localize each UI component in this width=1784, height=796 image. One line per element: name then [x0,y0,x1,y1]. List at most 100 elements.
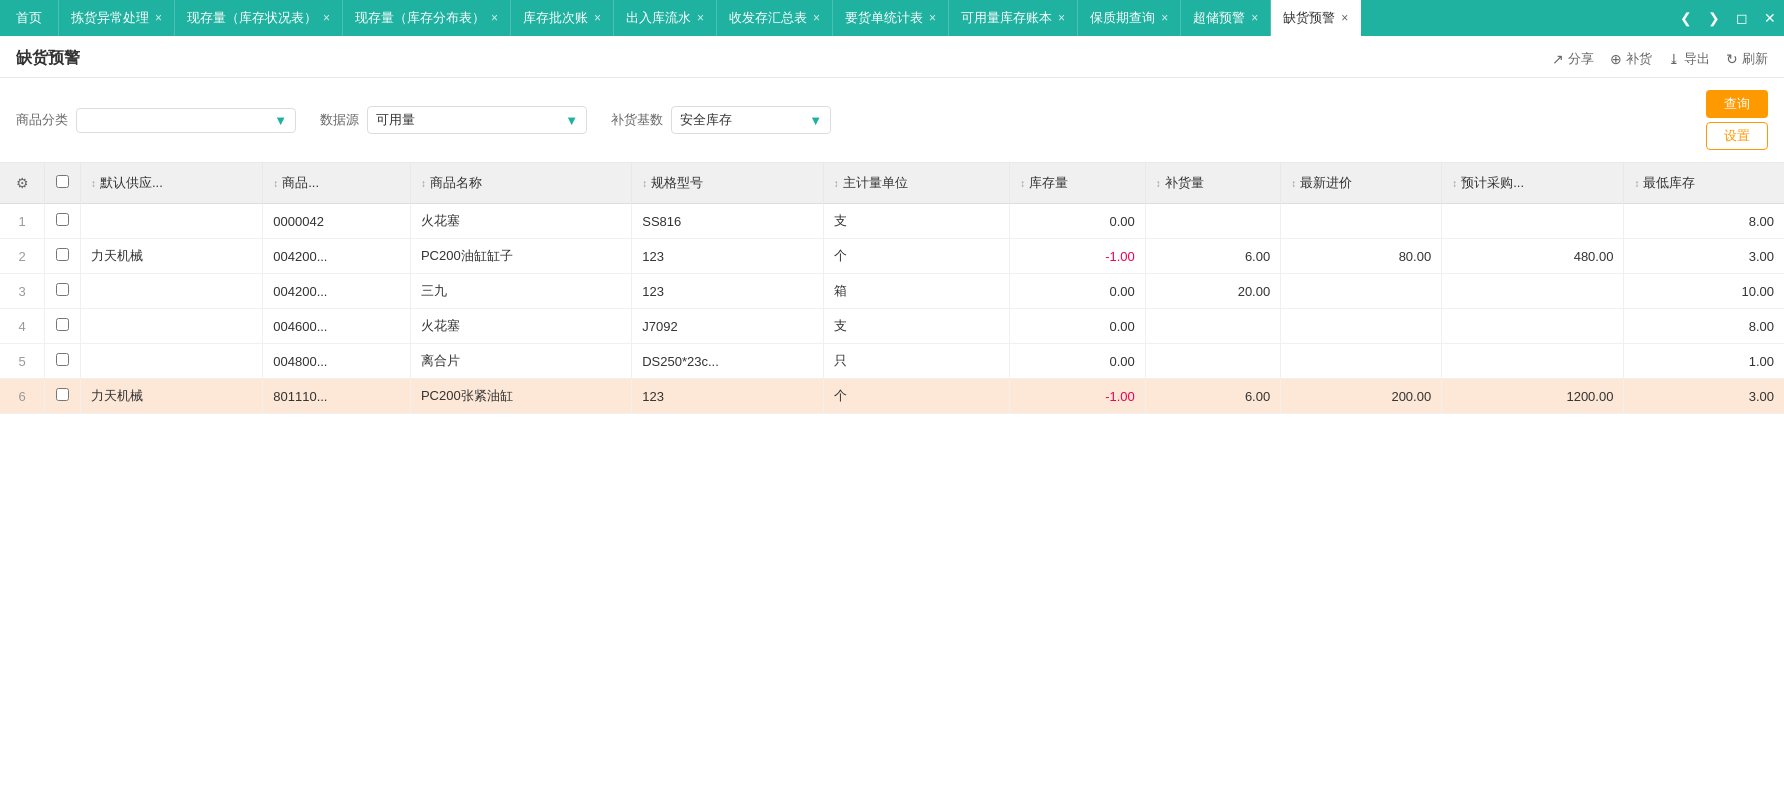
cell-default_supplier: 力天机械 [81,379,263,414]
cell-default_supplier [81,274,263,309]
row-checkbox-0[interactable] [56,213,69,226]
tab-close-abnormal[interactable]: × [155,11,162,25]
th-unit-label: 主计量单位 [843,174,908,192]
th-latest-price-sort-icon: ↕ [1291,178,1296,189]
tab-close-available-ledger[interactable]: × [1058,11,1065,25]
tab-label-inout-flow: 出入库流水 [626,9,691,27]
tab-expiry[interactable]: 保质期查询× [1078,0,1181,36]
tab-inventory-status[interactable]: 现存量（库存状况表）× [175,0,343,36]
export-label: 导出 [1684,50,1710,68]
datasource-filter-group: 数据源 可用量 ▼ [320,106,587,134]
th-spec-sort-icon: ↕ [642,178,647,189]
tab-close-all-button[interactable]: ✕ [1756,0,1784,36]
tab-close-inout-flow[interactable]: × [697,11,704,25]
tab-next-button[interactable]: ❯ [1700,0,1728,36]
settings-button[interactable]: 设置 [1706,122,1768,150]
table-row: 3004200...三九123箱0.0020.0010.00 [0,274,1784,309]
th-unit-sort-icon: ↕ [834,178,839,189]
th-est-purchase: ↕ 预计采购... [1442,163,1624,204]
table-gear-icon[interactable]: ⚙ [10,171,34,195]
tab-close-shortage[interactable]: × [1341,11,1348,25]
th-spec: ↕ 规格型号 [632,163,824,204]
share-button[interactable]: ↗ 分享 [1552,50,1594,68]
tab-batch-account[interactable]: 库存批次账× [511,0,614,36]
export-button[interactable]: ⤓ 导出 [1668,50,1710,68]
cell-latest_price [1281,204,1442,239]
cell-default_supplier: 力天机械 [81,239,263,274]
category-label: 商品分类 [16,111,68,129]
cell-stock: -1.00 [1010,239,1145,274]
tab-prev-button[interactable]: ❮ [1672,0,1700,36]
th-min-stock-label: 最低库存 [1643,174,1695,192]
tab-label-shortage: 缺货预警 [1283,9,1335,27]
replenish-button[interactable]: ⊕ 补货 [1610,50,1652,68]
th-product-name: ↕ 商品名称 [410,163,631,204]
th-stock-sort-icon: ↕ [1020,178,1025,189]
cell-product_code: 004200... [263,274,411,309]
tab-receive-summary[interactable]: 收发存汇总表 × [717,0,833,36]
datasource-value: 可用量 [376,111,415,129]
cell-latest_price [1281,344,1442,379]
table-header-row: ⚙ ↕ 默认供应... ↕ 商品... [0,163,1784,204]
tab-restore-button[interactable]: ◻ [1728,0,1756,36]
replenish-label: 补货基数 [611,111,663,129]
cell-row-num: 6 [0,379,45,414]
replenish-select[interactable]: 安全库存 ▼ [671,106,831,134]
cell-unit: 支 [823,309,1009,344]
row-checkbox-3[interactable] [56,318,69,331]
refresh-button[interactable]: ↻ 刷新 [1726,50,1768,68]
tab-home[interactable]: 首页 [0,0,59,36]
tab-close-batch-account[interactable]: × [594,11,601,25]
tab-close-inventory-status[interactable]: × [323,11,330,25]
th-latest-price-label: 最新进价 [1300,174,1352,192]
category-select[interactable]: ▼ [76,108,296,133]
replenish-value: 安全库存 [680,111,732,129]
cell-latest_price: 200.00 [1281,379,1442,414]
tab-inventory-dist[interactable]: 现存量（库存分布表）× [343,0,511,36]
row-checkbox-1[interactable] [56,248,69,261]
cell-latest_price [1281,274,1442,309]
cell-min_stock: 1.00 [1624,344,1784,379]
row-checkbox-5[interactable] [56,388,69,401]
tab-overstock[interactable]: 超储预警× [1181,0,1271,36]
tab-close-inventory-dist[interactable]: × [491,11,498,25]
tab-close-receive-summary[interactable]: × [813,11,820,25]
datasource-select[interactable]: 可用量 ▼ [367,106,587,134]
cell-spec: 123 [632,239,824,274]
tab-available-ledger[interactable]: 可用量库存账本 × [949,0,1078,36]
row-checkbox-2[interactable] [56,283,69,296]
tab-label-available-ledger: 可用量库存账本 [961,9,1052,27]
tab-order-stat[interactable]: 要货单统计表× [833,0,949,36]
category-arrow-icon: ▼ [274,113,287,128]
tab-nav-buttons: ❮ ❯ ◻ ✕ [1672,0,1784,36]
tab-shortage[interactable]: 缺货预警 × [1271,0,1361,36]
row-checkbox-4[interactable] [56,353,69,366]
cell-product_name: PC200油缸缸子 [410,239,631,274]
th-est-purchase-label: 预计采购... [1461,174,1524,192]
cell-stock: 0.00 [1010,274,1145,309]
cell-replenish_qty [1145,204,1280,239]
tab-close-order-stat[interactable]: × [929,11,936,25]
tab-inout-flow[interactable]: 出入库流水 × [614,0,717,36]
table-row: 10000042火花塞SS816支0.008.00 [0,204,1784,239]
replenish-filter-group: 补货基数 安全库存 ▼ [611,106,831,134]
cell-product_name: 三九 [410,274,631,309]
query-button[interactable]: 查询 [1706,90,1768,118]
header-actions: ↗ 分享 ⊕ 补货 ⤓ 导出 ↻ 刷新 [1552,50,1768,68]
cell-est_purchase: 1200.00 [1442,379,1624,414]
tab-label-receive-summary: 收发存汇总表 [729,9,807,27]
th-unit: ↕ 主计量单位 [823,163,1009,204]
select-all-checkbox[interactable] [56,175,69,188]
tab-close-overstock[interactable]: × [1251,11,1258,25]
cell-est_purchase [1442,274,1624,309]
th-latest-price: ↕ 最新进价 [1281,163,1442,204]
th-default-supplier-sort-icon: ↕ [91,178,96,189]
cell-product_code: 004600... [263,309,411,344]
table-row: 2力天机械004200...PC200油缸缸子123个-1.006.0080.0… [0,239,1784,274]
tab-abnormal[interactable]: 拣货异常处理× [59,0,175,36]
cell-unit: 个 [823,379,1009,414]
page-header: 缺货预警 ↗ 分享 ⊕ 补货 ⤓ 导出 ↻ 刷新 [0,36,1784,78]
cell-est_purchase: 480.00 [1442,239,1624,274]
th-default-supplier-label: 默认供应... [100,174,163,192]
tab-close-expiry[interactable]: × [1161,11,1168,25]
